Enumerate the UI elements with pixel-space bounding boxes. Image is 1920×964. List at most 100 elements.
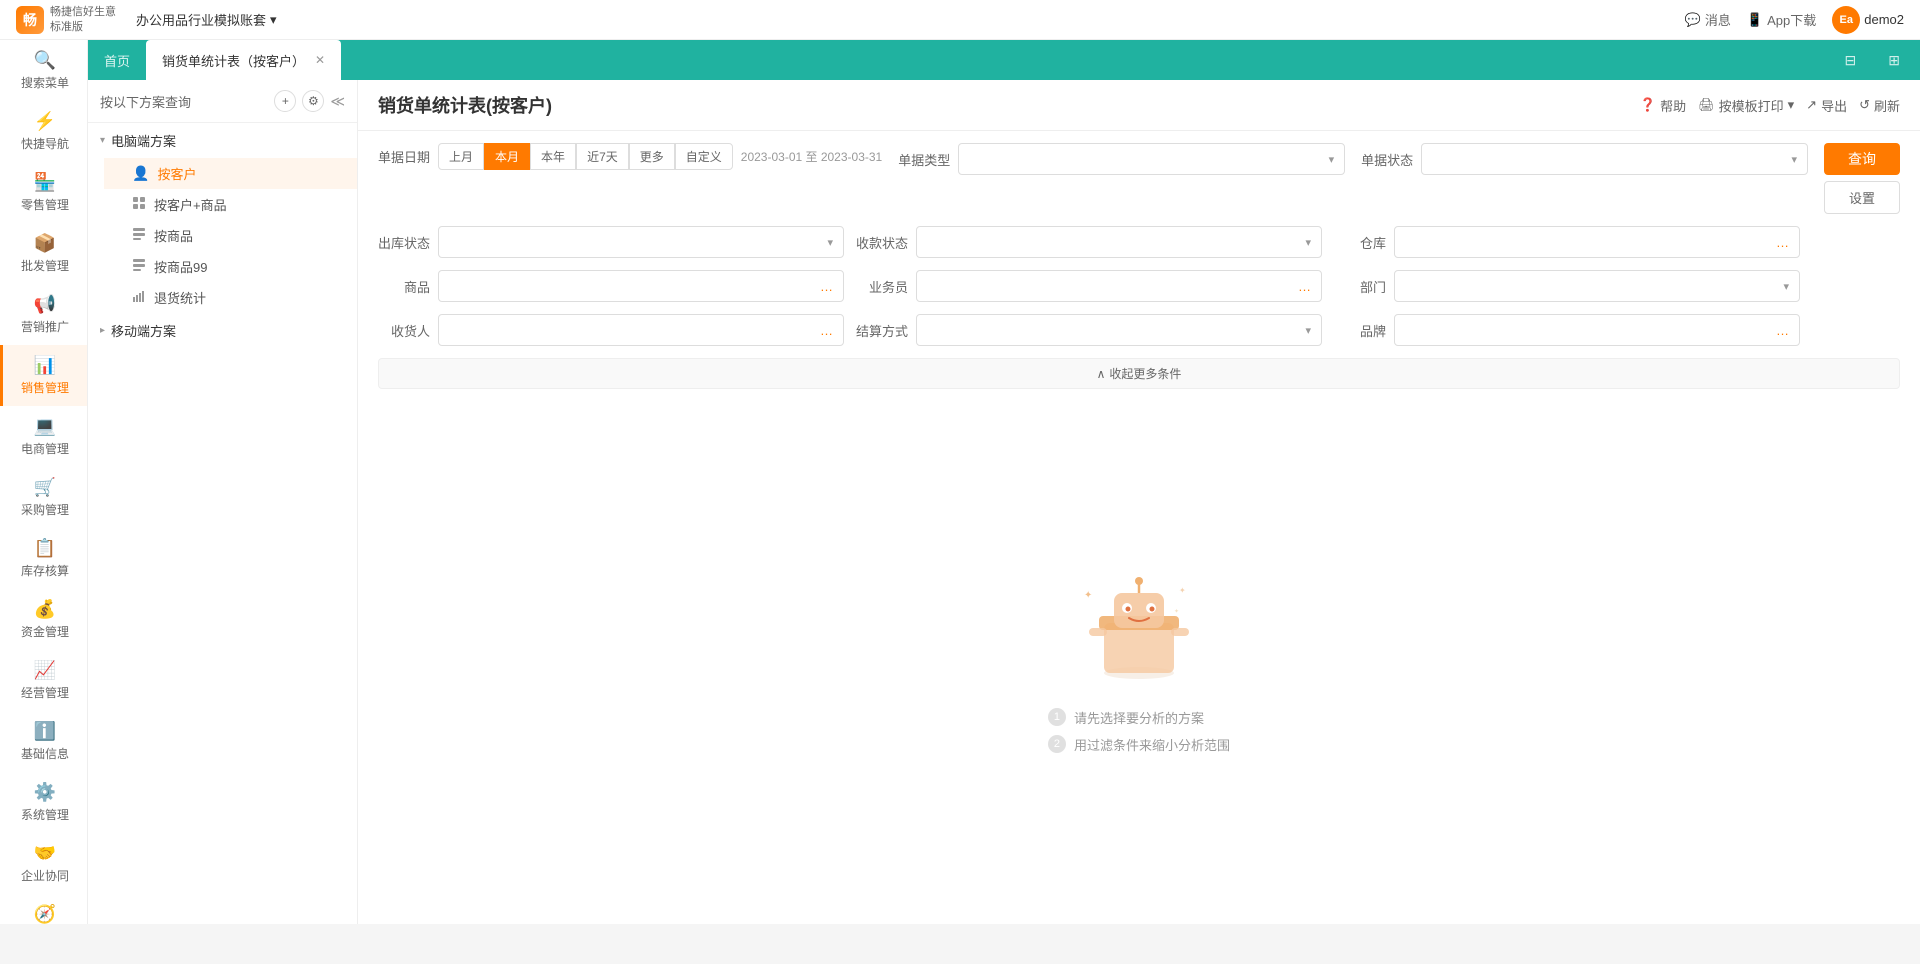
sidebar-item-ecom[interactable]: 💻 电商管理: [0, 406, 87, 467]
brand-input[interactable]: …: [1394, 314, 1800, 346]
svg-text:✦: ✦: [1179, 586, 1186, 595]
export-icon: ↗: [1806, 97, 1817, 113]
sidebar-item-operation[interactable]: 📈 经营管理: [0, 650, 87, 711]
product-item: 商品 …: [378, 270, 844, 302]
settlement-select[interactable]: ▾: [916, 314, 1322, 346]
header-left: 畅 畅捷信好生意 标准版 办公用品行业模拟账套 ▾: [16, 5, 277, 34]
svg-text:✦: ✦: [1084, 590, 1092, 601]
user-menu[interactable]: Ea demo2: [1832, 6, 1904, 34]
refresh-btn[interactable]: ↺ 刷新: [1859, 96, 1900, 115]
warehouse-input[interactable]: …: [1394, 226, 1800, 258]
add-scheme-btn[interactable]: +: [274, 90, 296, 112]
receiver-item: 收货人 …: [378, 314, 844, 346]
date-btn-this-year[interactable]: 本年: [530, 143, 576, 170]
date-btn-last7[interactable]: 近7天: [576, 143, 629, 170]
sidebar-item-enterprise[interactable]: 🤝 企业协同: [0, 833, 87, 894]
salesperson-input[interactable]: …: [916, 270, 1322, 302]
sidebar-item-purchase[interactable]: 🛒 采购管理: [0, 467, 87, 528]
maximize-icon[interactable]: ⊞: [1876, 52, 1912, 69]
scheme-item-customer-product[interactable]: 按客户+商品: [104, 189, 357, 220]
empty-state: ✦ ✦ ✦ 1 请先选择要分析的方案 2 用过滤条件来缩小分析范围: [358, 397, 1920, 924]
doc-status-select[interactable]: ▾: [1421, 143, 1808, 175]
app-download-action[interactable]: 📱 App下载: [1747, 10, 1816, 29]
date-btn-more[interactable]: 更多: [629, 143, 675, 170]
settings-scheme-btn[interactable]: ⚙: [302, 90, 324, 112]
finance-icon: 💰: [34, 599, 56, 620]
product99-icon: [132, 258, 146, 275]
sidebar-item-finance[interactable]: 💰 资金管理: [0, 589, 87, 650]
message-action[interactable]: 💬 消息: [1685, 10, 1731, 29]
scheme-item-by-product99[interactable]: 按商品99: [104, 251, 357, 282]
tab-close-icon[interactable]: ✕: [315, 53, 325, 67]
help-btn[interactable]: ❓ 帮助: [1640, 96, 1686, 115]
receiver-input[interactable]: …: [438, 314, 844, 346]
download-icon: 📱: [1747, 12, 1763, 28]
query-button[interactable]: 查询: [1824, 143, 1900, 175]
sidebar-item-newbie[interactable]: 🧭 新手引导: [0, 894, 87, 924]
marketing-icon: 📢: [34, 294, 56, 315]
scheme-item-by-product[interactable]: 按商品: [104, 220, 357, 251]
purchase-icon: 🛒: [34, 477, 56, 498]
settings-button[interactable]: 设置: [1824, 181, 1900, 214]
brand-item: 品牌 …: [1334, 314, 1800, 346]
export-btn[interactable]: ↗ 导出: [1806, 96, 1847, 115]
salesperson-label: 业务员: [856, 277, 908, 296]
department-label: 部门: [1334, 277, 1386, 296]
chevron-down-icon: ▾: [827, 236, 833, 249]
sidebar-item-marketing[interactable]: 📢 营销推广: [0, 284, 87, 345]
app-selector[interactable]: 办公用品行业模拟账套 ▾: [136, 10, 277, 29]
stock-icon: 📋: [34, 538, 56, 559]
sidebar-item-basic[interactable]: ℹ️ 基础信息: [0, 711, 87, 772]
product-input[interactable]: …: [438, 270, 844, 302]
department-item: 部门 ▾: [1334, 270, 1800, 302]
date-btn-this-month[interactable]: 本月: [484, 143, 530, 170]
receipt-status-select[interactable]: ▾: [916, 226, 1322, 258]
tab-home[interactable]: 首页: [88, 40, 146, 80]
sidebar-item-sales[interactable]: 📊 销售管理: [0, 345, 87, 406]
collapse-scheme-btn[interactable]: ≪: [330, 93, 345, 110]
right-content: 销货单统计表(按客户) ❓ 帮助 🖨 按模板打印 ▾ ↗: [358, 80, 1920, 924]
sidebar-item-search[interactable]: 🔍 搜索菜单: [0, 40, 87, 101]
scheme-group-mobile-header[interactable]: ▸ 移动端方案: [88, 313, 357, 348]
scheme-group-pc-header[interactable]: ▾ 电脑端方案: [88, 123, 357, 158]
minimize-icon[interactable]: ⊟: [1833, 52, 1869, 69]
sidebar-item-quicknav[interactable]: ⚡ 快捷导航: [0, 101, 87, 162]
tip-num-2: 2: [1048, 735, 1066, 753]
sidebar-item-system[interactable]: ⚙️ 系统管理: [0, 772, 87, 833]
doc-type-select[interactable]: ▾: [958, 143, 1345, 175]
customer-icon: 👤: [132, 165, 149, 182]
sidebar-item-stock[interactable]: 📋 库存核算: [0, 528, 87, 589]
content-panel: 按以下方案查询 + ⚙ ≪ ▾ 电脑端方案 👤 按客户: [88, 80, 1920, 924]
enterprise-icon: 🤝: [34, 843, 56, 864]
sidebar-item-retail[interactable]: 🏪 零售管理: [0, 162, 87, 223]
page-header: 销货单统计表(按客户) ❓ 帮助 🖨 按模板打印 ▾ ↗: [358, 80, 1920, 131]
sidebar-item-wholesale[interactable]: 📦 批发管理: [0, 223, 87, 284]
out-status-item: 出库状态 ▾: [378, 226, 844, 258]
date-btn-custom[interactable]: 自定义: [675, 143, 733, 170]
logo-icon: 畅: [16, 6, 44, 34]
dots-icon: …: [1776, 235, 1789, 250]
user-name: demo2: [1864, 12, 1904, 27]
collapse-bar[interactable]: ∧ 收起更多条件: [378, 358, 1900, 389]
date-btn-last-month[interactable]: 上月: [438, 143, 484, 170]
chevron-down-icon: ▾: [1305, 236, 1311, 249]
out-status-select[interactable]: ▾: [438, 226, 844, 258]
tab-sales-stats[interactable]: 销货单统计表（按客户） ✕: [146, 40, 341, 80]
chevron-down-icon: ▾: [1783, 280, 1789, 293]
filter-row-2: 出库状态 ▾ 收款状态 ▾: [378, 226, 1900, 258]
doc-type-label: 单据类型: [898, 150, 950, 169]
filter-row-3: 商品 … 业务员 … 部门: [378, 270, 1900, 302]
system-icon: ⚙️: [34, 782, 56, 803]
brand-label: 品牌: [1334, 321, 1386, 340]
logo-area: 畅 畅捷信好生意 标准版: [16, 5, 116, 34]
department-select[interactable]: ▾: [1394, 270, 1800, 302]
print-btn[interactable]: 🖨 按模板打印 ▾: [1698, 96, 1794, 115]
retail-icon: 🏪: [34, 172, 56, 193]
settlement-label: 结算方式: [856, 321, 908, 340]
search-icon: 🔍: [34, 50, 56, 71]
refresh-icon: ↺: [1859, 97, 1870, 113]
date-range: 2023-03-01 至 2023-03-31: [741, 148, 882, 165]
quicknav-icon: ⚡: [34, 111, 56, 132]
scheme-item-by-customer[interactable]: 👤 按客户: [104, 158, 357, 189]
scheme-item-return-stats[interactable]: 退货统计: [104, 282, 357, 313]
